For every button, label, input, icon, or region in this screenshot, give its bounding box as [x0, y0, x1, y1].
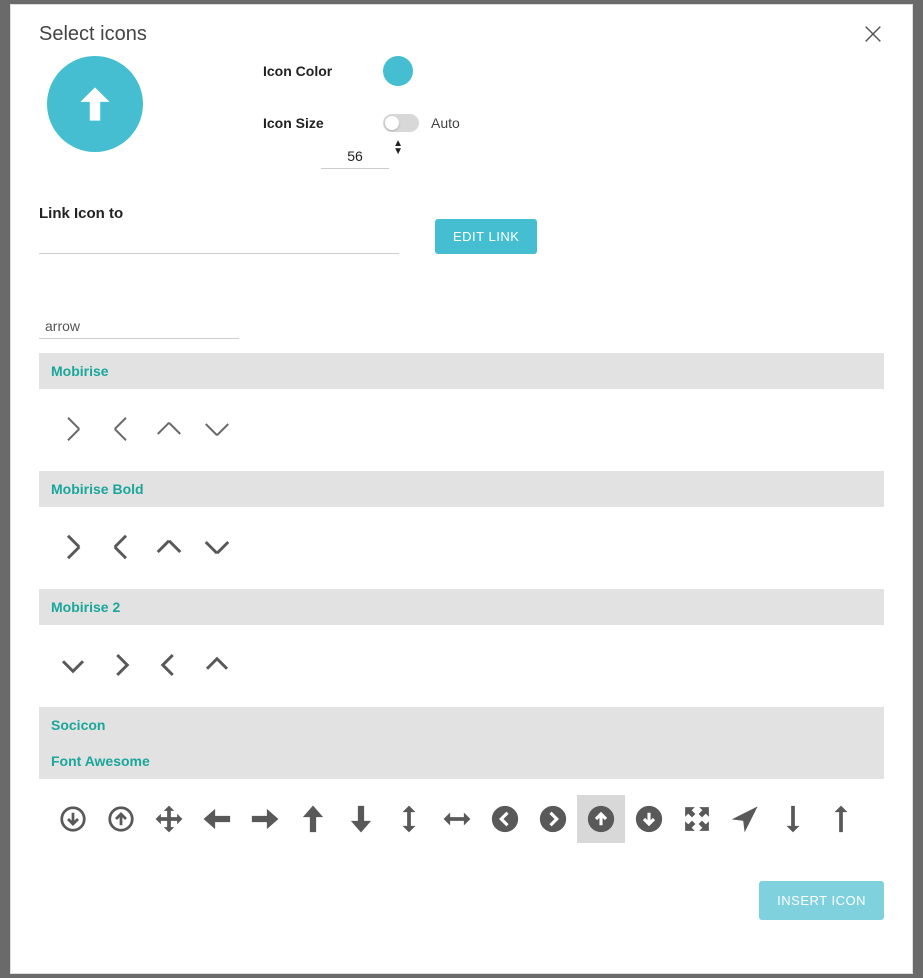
- category-mobirise-2[interactable]: Mobirise 2: [39, 589, 884, 625]
- icon-arrow-left[interactable]: [193, 795, 241, 843]
- icon-arrow-up[interactable]: [289, 795, 337, 843]
- edit-link-button[interactable]: EDIT LINK: [435, 219, 537, 254]
- icon-config: Icon Color Icon Size Auto: [11, 46, 912, 160]
- icon-color-label: Icon Color: [263, 63, 383, 79]
- close-icon[interactable]: [862, 23, 884, 45]
- icon-arrow-circle-o-down[interactable]: [49, 795, 97, 843]
- icon-chevron-up-thin[interactable]: [145, 405, 193, 453]
- icon-circle-arrow-right-o[interactable]: [145, 843, 193, 853]
- icon-chevron-right-m2[interactable]: [97, 641, 145, 689]
- insert-icon-button[interactable]: INSERT ICON: [759, 881, 884, 920]
- auto-toggle[interactable]: [383, 114, 419, 132]
- auto-label: Auto: [431, 115, 460, 131]
- size-stepper-down-icon[interactable]: ▼: [393, 148, 403, 156]
- icon-long-arrow-up[interactable]: [817, 795, 865, 843]
- modal-footer: INSERT ICON: [11, 863, 912, 942]
- category-socicon[interactable]: Socicon: [39, 707, 884, 743]
- icon-size-label: Icon Size: [263, 115, 383, 131]
- icon-chevron-left-m2[interactable]: [145, 641, 193, 689]
- icon-chevron-left-thin[interactable]: [97, 405, 145, 453]
- icon-chevron-right-thin[interactable]: [49, 405, 97, 453]
- icon-long-arrow-down[interactable]: [769, 795, 817, 843]
- icon-panel[interactable]: Mobirise Mobirise Bold Mobirise 2 Socico…: [39, 353, 884, 853]
- icon-arrow-circle-up[interactable]: [577, 795, 625, 843]
- icon-row-mobirise: [39, 389, 884, 471]
- icon-size-input-wrap: ▲ ▼: [321, 144, 389, 169]
- icon-arrow-circle-right[interactable]: [529, 795, 577, 843]
- icon-chevron-up-m2[interactable]: [193, 641, 241, 689]
- icon-arrow-circle-left[interactable]: [481, 795, 529, 843]
- icon-location-arrow[interactable]: [721, 795, 769, 843]
- icon-arrows-v[interactable]: [385, 795, 433, 843]
- icon-chevron-down-m2[interactable]: [49, 641, 97, 689]
- link-input[interactable]: [39, 232, 399, 254]
- icon-chevron-up-bold[interactable]: [145, 523, 193, 571]
- icon-preview: [47, 56, 143, 152]
- icon-arrow-right[interactable]: [241, 795, 289, 843]
- icon-color-row: Icon Color: [263, 56, 460, 86]
- icon-size-row: Icon Size Auto: [263, 114, 460, 132]
- category-mobirise-bold[interactable]: Mobirise Bold: [39, 471, 884, 507]
- category-font-awesome[interactable]: Font Awesome: [39, 743, 884, 779]
- icon-size-input[interactable]: [321, 144, 389, 169]
- link-section: Link Icon to EDIT LINK: [11, 185, 912, 254]
- icon-arrow-down[interactable]: [337, 795, 385, 843]
- icon-color-swatch[interactable]: [383, 56, 413, 86]
- icon-long-arrow-right[interactable]: [97, 843, 145, 853]
- icon-arrows-expand[interactable]: [673, 795, 721, 843]
- icon-arrow-circle-o-up[interactable]: [97, 795, 145, 843]
- icon-picker-modal: Select icons Icon Color Icon Size Auto ▲…: [10, 4, 913, 974]
- modal-title: Select icons: [39, 23, 147, 46]
- link-label: Link Icon to: [39, 205, 399, 222]
- icon-arrows-h[interactable]: [433, 795, 481, 843]
- icon-chevron-down-thin[interactable]: [193, 405, 241, 453]
- search-wrap: [11, 254, 912, 339]
- icon-arrow-circle-down[interactable]: [625, 795, 673, 843]
- icon-long-arrow-left[interactable]: [49, 843, 97, 853]
- icon-circle-arrow-left-o[interactable]: [193, 843, 241, 853]
- icon-row-mobirise-bold: [39, 507, 884, 589]
- modal-header: Select icons: [11, 5, 912, 46]
- category-mobirise[interactable]: Mobirise: [39, 353, 884, 389]
- icon-chevron-left-bold[interactable]: [97, 523, 145, 571]
- icon-arrows-move[interactable]: [145, 795, 193, 843]
- icon-chevron-down-bold[interactable]: [193, 523, 241, 571]
- icon-row-font-awesome: [39, 779, 884, 853]
- icon-cart-arrow-down[interactable]: [241, 843, 289, 853]
- icon-row-mobirise-2: [39, 625, 884, 707]
- icon-chevron-right-bold[interactable]: [49, 523, 97, 571]
- search-input[interactable]: [39, 314, 239, 339]
